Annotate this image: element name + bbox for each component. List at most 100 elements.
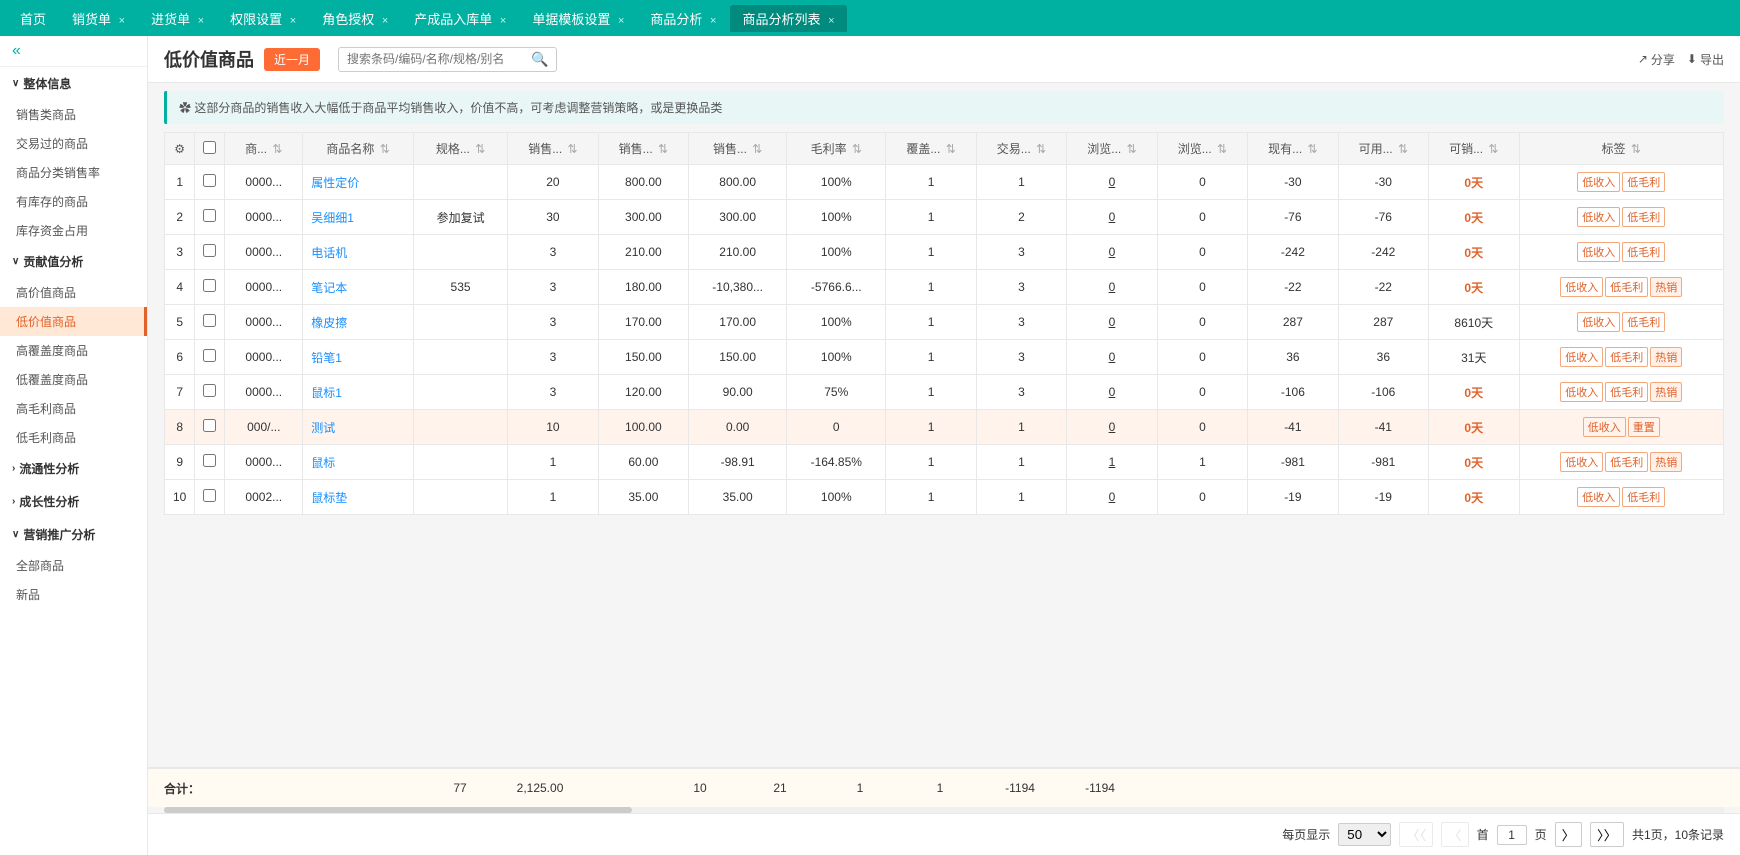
view1-link[interactable]: 0	[1109, 210, 1116, 224]
name-column-header[interactable]: 商品名称 ⇅	[303, 133, 414, 165]
row-view1[interactable]: 0	[1067, 305, 1157, 340]
nav-product-stock[interactable]: 产成品入库单 ×	[402, 5, 518, 32]
row-view1[interactable]: 0	[1067, 410, 1157, 445]
view1-link[interactable]: 0	[1109, 315, 1116, 329]
nav-analysis-list[interactable]: 商品分析列表 ×	[730, 5, 846, 32]
nav-product-analysis[interactable]: 商品分析 ×	[638, 5, 728, 32]
row-view1[interactable]: 0	[1067, 375, 1157, 410]
nav-home[interactable]: 首页	[8, 5, 58, 32]
view1-link[interactable]: 0	[1109, 350, 1116, 364]
current-stock-column-header[interactable]: 现有... ⇅	[1248, 133, 1338, 165]
row-checkbox-cell[interactable]	[195, 375, 225, 410]
view2-column-header[interactable]: 浏览... ⇅	[1157, 133, 1247, 165]
row-checkbox[interactable]	[203, 419, 216, 432]
available-stock-column-header[interactable]: 可用... ⇅	[1338, 133, 1428, 165]
row-name[interactable]: 鼠标垫	[303, 480, 414, 515]
row-checkbox[interactable]	[203, 489, 216, 502]
coverage-column-header[interactable]: 覆盖... ⇅	[886, 133, 976, 165]
nav-close-analysis[interactable]: ×	[710, 15, 716, 27]
row-checkbox-cell[interactable]	[195, 410, 225, 445]
view1-link[interactable]: 0	[1109, 385, 1116, 399]
row-checkbox[interactable]	[203, 349, 216, 362]
sidebar-group-contribution[interactable]: ∨ 贡献值分析	[0, 245, 147, 278]
row-checkbox-cell[interactable]	[195, 305, 225, 340]
row-view1[interactable]: 0	[1067, 235, 1157, 270]
row-view1[interactable]: 1	[1067, 445, 1157, 480]
sidebar-item-stock-capital[interactable]: 库存资金占用	[0, 216, 147, 245]
row-view1[interactable]: 0	[1067, 165, 1157, 200]
sale-amount-column-header[interactable]: 销售... ⇅	[689, 133, 787, 165]
row-checkbox[interactable]	[203, 279, 216, 292]
nav-close-sales[interactable]: ×	[119, 15, 125, 27]
sidebar-group-circulation[interactable]: › 流通性分析	[0, 452, 147, 485]
sidebar-group-marketing[interactable]: ∨ 营销推广分析	[0, 518, 147, 551]
sidebar-item-all-goods[interactable]: 全部商品	[0, 551, 147, 580]
select-all-checkbox[interactable]	[203, 141, 216, 154]
row-name[interactable]: 属性定价	[303, 165, 414, 200]
nav-close-product[interactable]: ×	[500, 15, 506, 27]
sidebar-group-growth[interactable]: › 成长性分析	[0, 485, 147, 518]
sidebar-item-traded-goods[interactable]: 交易过的商品	[0, 129, 147, 158]
sidebar-group-overview[interactable]: ∨ 整体信息	[0, 67, 147, 100]
row-checkbox-cell[interactable]	[195, 270, 225, 305]
export-button[interactable]: ⬇ 导出	[1687, 51, 1724, 68]
sidebar-item-new-goods[interactable]: 新品	[0, 580, 147, 609]
sidebar-item-low-coverage[interactable]: 低覆盖度商品	[0, 365, 147, 394]
row-checkbox[interactable]	[203, 174, 216, 187]
row-checkbox-cell[interactable]	[195, 340, 225, 375]
table-wrapper[interactable]: ⚙ 商... ⇅ 商品名称 ⇅ 规格... ⇅ 销售... ⇅ 销售... ⇅ …	[148, 132, 1740, 767]
row-name[interactable]: 橡皮擦	[303, 305, 414, 340]
nav-close-purchase[interactable]: ×	[198, 15, 204, 27]
row-checkbox[interactable]	[203, 314, 216, 327]
gross-margin-column-header[interactable]: 毛利率 ⇅	[787, 133, 886, 165]
checkbox-column-header[interactable]	[195, 133, 225, 165]
row-name[interactable]: 鼠标1	[303, 375, 414, 410]
transaction-column-header[interactable]: 交易... ⇅	[976, 133, 1066, 165]
row-checkbox[interactable]	[203, 454, 216, 467]
row-name[interactable]: 笔记本	[303, 270, 414, 305]
nav-close-analysis-list[interactable]: ×	[828, 15, 834, 27]
sale-price-column-header[interactable]: 销售... ⇅	[598, 133, 688, 165]
nav-permission[interactable]: 权限设置 ×	[218, 5, 308, 32]
row-name[interactable]: 吴细细1	[303, 200, 414, 235]
nav-template-settings[interactable]: 单据模板设置 ×	[520, 5, 636, 32]
row-view1[interactable]: 0	[1067, 200, 1157, 235]
row-name[interactable]: 铅笔1	[303, 340, 414, 375]
row-checkbox[interactable]	[203, 244, 216, 257]
sidebar-item-low-value[interactable]: 低价值商品	[0, 307, 147, 336]
sidebar-item-category-sales-rate[interactable]: 商品分类销售率	[0, 158, 147, 187]
view1-link[interactable]: 0	[1109, 280, 1116, 294]
code-column-header[interactable]: 商... ⇅	[225, 133, 303, 165]
next-page-btn[interactable]: 〉	[1555, 822, 1582, 847]
sidebar-item-high-coverage[interactable]: 高覆盖度商品	[0, 336, 147, 365]
sale-qty-column-header[interactable]: 销售... ⇅	[508, 133, 598, 165]
row-checkbox-cell[interactable]	[195, 480, 225, 515]
per-page-select[interactable]: 50 100 200	[1338, 823, 1391, 846]
view1-link[interactable]: 0	[1109, 175, 1116, 189]
view1-column-header[interactable]: 浏览... ⇅	[1067, 133, 1157, 165]
row-checkbox[interactable]	[203, 384, 216, 397]
first-page-btn[interactable]: 〈〈	[1399, 822, 1433, 847]
row-view1[interactable]: 0	[1067, 340, 1157, 375]
row-name[interactable]: 测试	[303, 410, 414, 445]
row-checkbox-cell[interactable]	[195, 165, 225, 200]
row-checkbox-cell[interactable]	[195, 235, 225, 270]
row-checkbox-cell[interactable]	[195, 200, 225, 235]
row-checkbox[interactable]	[203, 209, 216, 222]
gear-column-header[interactable]: ⚙	[165, 133, 195, 165]
prev-page-btn[interactable]: 〈	[1441, 822, 1468, 847]
saleable-column-header[interactable]: 可销... ⇅	[1429, 133, 1519, 165]
last-page-btn[interactable]: 〉〉	[1590, 822, 1624, 847]
sidebar-item-sales-goods[interactable]: 销售类商品	[0, 100, 147, 129]
nav-role-auth[interactable]: 角色授权 ×	[310, 5, 400, 32]
tags-column-header[interactable]: 标签 ⇅	[1519, 133, 1724, 165]
view1-link[interactable]: 0	[1109, 490, 1116, 504]
spec-column-header[interactable]: 规格... ⇅	[413, 133, 507, 165]
search-input[interactable]	[347, 52, 527, 66]
nav-sales-order[interactable]: 销货单 ×	[60, 5, 137, 32]
nav-close-permission[interactable]: ×	[290, 15, 296, 27]
row-view1[interactable]: 0	[1067, 270, 1157, 305]
sidebar-collapse-btn[interactable]: «	[8, 42, 25, 60]
nav-purchase-order[interactable]: 进货单 ×	[139, 5, 216, 32]
nav-close-template[interactable]: ×	[618, 15, 624, 27]
